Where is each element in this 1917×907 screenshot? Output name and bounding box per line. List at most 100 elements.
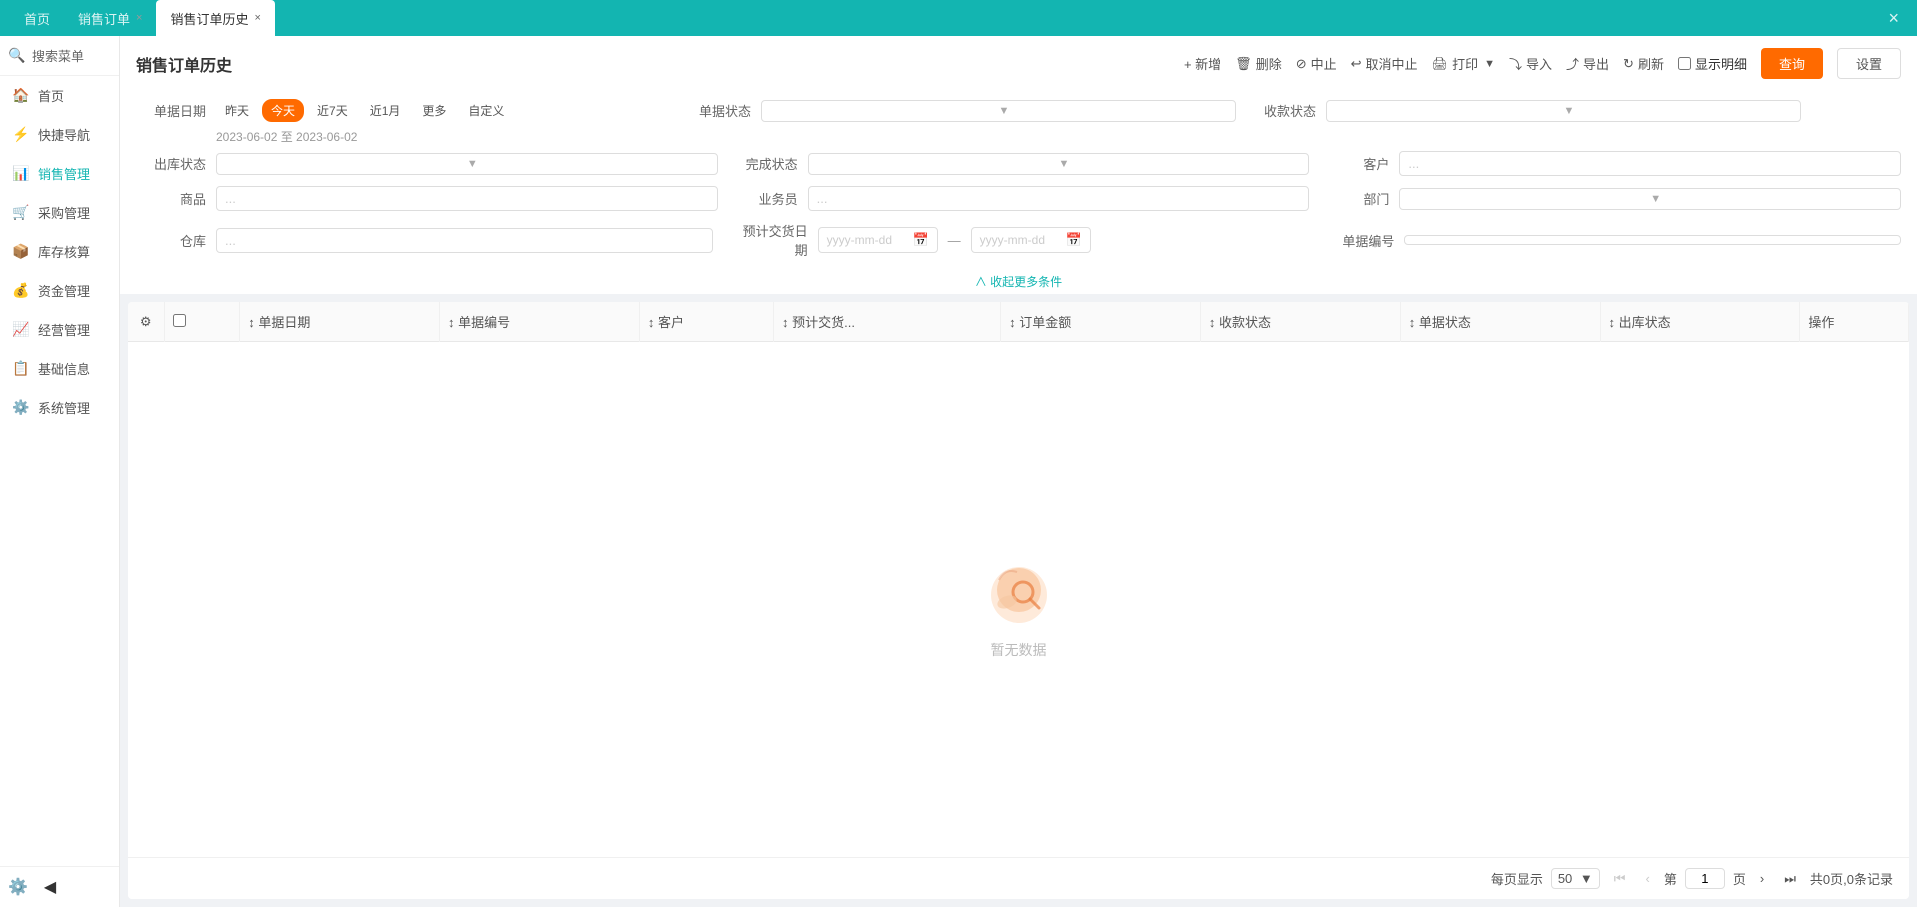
date-btn-1month[interactable]: 近1月 [361, 99, 410, 122]
col-delivery[interactable]: ↕ 预计交货... [773, 302, 1000, 342]
sidebar-settings-icon[interactable]: ⚙️ [8, 877, 28, 897]
customer-input[interactable]: ... [1399, 151, 1901, 176]
close-tab-history[interactable]: × [254, 12, 260, 24]
stop-icon: ⊘ [1296, 56, 1307, 72]
prev-page-btn[interactable]: ‹ [1640, 869, 1656, 888]
purchase-icon: 🛒 [12, 204, 30, 221]
delivery-date-label: 预计交货日期 [733, 221, 818, 259]
print-dropdown-icon[interactable]: ▼ [1484, 58, 1495, 70]
delivery-date-from[interactable]: yyyy-mm-dd 📅 [818, 227, 938, 253]
sidebar-item-finance[interactable]: 💰 资金管理 [0, 271, 119, 310]
complete-status-select[interactable]: ▼ [808, 153, 1310, 175]
warehouse-input[interactable]: ... [216, 228, 713, 253]
bill-no-input[interactable] [1404, 235, 1901, 245]
page-title: 销售订单历史 [136, 52, 232, 76]
page-header: 销售订单历史 + 新增 🗑 删除 ⊘ 中止 ↩ 取消中止 [120, 36, 1917, 294]
sidebar-item-quick-nav[interactable]: ⚡ 快捷导航 [0, 115, 119, 154]
department-select[interactable]: ▼ [1399, 188, 1901, 210]
salesperson-input[interactable]: ... [808, 186, 1310, 211]
settings-gear-icon[interactable]: ⚙ [140, 314, 152, 329]
filter-row-4: 仓库 ... 预计交货日期 yyyy-mm-dd 📅 — yyyy-mm-dd [136, 221, 1901, 259]
cancel-stop-button[interactable]: ↩ 取消中止 [1351, 54, 1418, 73]
display-detail-checkbox[interactable] [1678, 57, 1691, 70]
date-btn-custom[interactable]: 自定义 [459, 99, 513, 122]
date-btn-7days[interactable]: 近7天 [308, 99, 357, 122]
cancel-stop-icon: ↩ [1351, 56, 1362, 72]
toolbar: + 新增 🗑 删除 ⊘ 中止 ↩ 取消中止 🖨 [1184, 48, 1901, 79]
new-button[interactable]: + 新增 [1184, 54, 1221, 73]
sidebar: 🔍 搜索菜单 🏠 首页 ⚡ 快捷导航 📊 销售管理 🛒 采购管理 📦 库存核算 … [0, 36, 120, 907]
sidebar-item-basic-info[interactable]: 📋 基础信息 [0, 349, 119, 388]
delivery-date-to[interactable]: yyyy-mm-dd 📅 [971, 227, 1091, 253]
sidebar-item-sales[interactable]: 📊 销售管理 [0, 154, 119, 193]
col-checkbox[interactable] [164, 302, 240, 342]
query-button[interactable]: 查询 [1761, 48, 1823, 79]
sidebar-item-operation[interactable]: 📈 经营管理 [0, 310, 119, 349]
quick-nav-icon: ⚡ [12, 126, 30, 143]
delete-button[interactable]: 🗑 删除 [1235, 54, 1282, 73]
out-status-arrow: ▼ [467, 158, 709, 170]
empty-text: 暂无数据 [991, 640, 1047, 660]
sales-icon: 📊 [12, 165, 30, 182]
print-icon: 🖨 [1432, 56, 1449, 72]
last-page-btn[interactable]: ⏭ [1778, 869, 1802, 889]
import-icon: ⤵ [1509, 54, 1522, 73]
col-out-status[interactable]: ↕ 出库状态 [1600, 302, 1800, 342]
col-bill-status[interactable]: ↕ 单据状态 [1400, 302, 1600, 342]
sidebar-item-purchase[interactable]: 🛒 采购管理 [0, 193, 119, 232]
col-no[interactable]: ↕ 单据编号 [440, 302, 640, 342]
per-page-dropdown-icon: ▼ [1580, 871, 1593, 886]
collapse-filters[interactable]: ∧ 收起更多条件 [136, 269, 1901, 294]
display-detail-toggle[interactable]: 显示明细 [1678, 54, 1747, 73]
data-table-area: ⚙ ↕ 单据日期 ↕ 单据编号 [128, 302, 1909, 899]
tab-sales-order-history[interactable]: 销售订单历史 × [156, 0, 274, 36]
export-button[interactable]: ⤴ 导出 [1566, 54, 1609, 73]
sidebar-item-system[interactable]: ⚙️ 系统管理 [0, 388, 119, 427]
sidebar-item-home[interactable]: 🏠 首页 [0, 76, 119, 115]
tab-home[interactable]: 首页 [10, 0, 64, 36]
col-date[interactable]: ↕ 单据日期 [240, 302, 440, 342]
sidebar-search[interactable]: 🔍 搜索菜单 [0, 36, 119, 76]
warehouse-label: 仓库 [136, 231, 216, 250]
empty-state: 暂无数据 [128, 342, 1909, 857]
home-icon: 🏠 [12, 87, 30, 104]
col-settings[interactable]: ⚙ [128, 302, 164, 342]
date-btn-more[interactable]: 更多 [413, 99, 455, 122]
per-page-label: 每页显示 [1491, 869, 1543, 888]
date-range-text: 2023-06-02 至 2023-06-02 [216, 128, 357, 145]
bill-status-select[interactable]: ▼ [761, 100, 1236, 122]
basic-info-icon: 📋 [12, 360, 30, 377]
complete-status-arrow: ▼ [1059, 158, 1301, 170]
filter-row-date-range: 2023-06-02 至 2023-06-02 [136, 126, 1901, 145]
refresh-button[interactable]: ↻ 刷新 [1623, 54, 1664, 73]
first-page-btn[interactable]: ⏮ [1608, 869, 1632, 889]
col-customer[interactable]: ↕ 客户 [639, 302, 773, 342]
close-all-tabs[interactable]: × [1880, 8, 1907, 29]
sidebar-item-inventory[interactable]: 📦 库存核算 [0, 232, 119, 271]
receipt-status-label: 收款状态 [1256, 101, 1326, 120]
per-page-select[interactable]: 50 ▼ [1551, 868, 1600, 889]
col-amount[interactable]: ↕ 订单金额 [1001, 302, 1201, 342]
inventory-icon: 📦 [12, 243, 30, 260]
close-tab-sales-order[interactable]: × [136, 12, 142, 24]
total-records: 共0页,0条记录 [1810, 869, 1893, 888]
bill-no-label: 单据编号 [1334, 231, 1404, 250]
next-page-btn[interactable]: › [1754, 869, 1770, 888]
tab-sales-order[interactable]: 销售订单 × [64, 0, 156, 36]
date-btn-yesterday[interactable]: 昨天 [216, 99, 258, 122]
complete-status-label: 完成状态 [738, 154, 808, 173]
select-all-checkbox[interactable] [173, 314, 186, 327]
stop-button[interactable]: ⊘ 中止 [1296, 54, 1337, 73]
set-button[interactable]: 设置 [1837, 48, 1901, 79]
sidebar-collapse-icon[interactable]: ◀ [44, 877, 56, 897]
col-receipt-status[interactable]: ↕ 收款状态 [1200, 302, 1400, 342]
date-btn-today[interactable]: 今天 [262, 99, 304, 122]
page-number-input[interactable] [1685, 868, 1725, 889]
print-button[interactable]: 🖨 打印 ▼ [1432, 54, 1495, 73]
out-status-select[interactable]: ▼ [216, 153, 718, 175]
content-area: 销售订单历史 + 新增 🗑 删除 ⊘ 中止 ↩ 取消中止 [120, 36, 1917, 907]
product-input[interactable]: ... [216, 186, 718, 211]
receipt-status-select[interactable]: ▼ [1326, 100, 1801, 122]
export-icon: ⤴ [1566, 54, 1579, 73]
import-button[interactable]: ⤵ 导入 [1509, 54, 1552, 73]
